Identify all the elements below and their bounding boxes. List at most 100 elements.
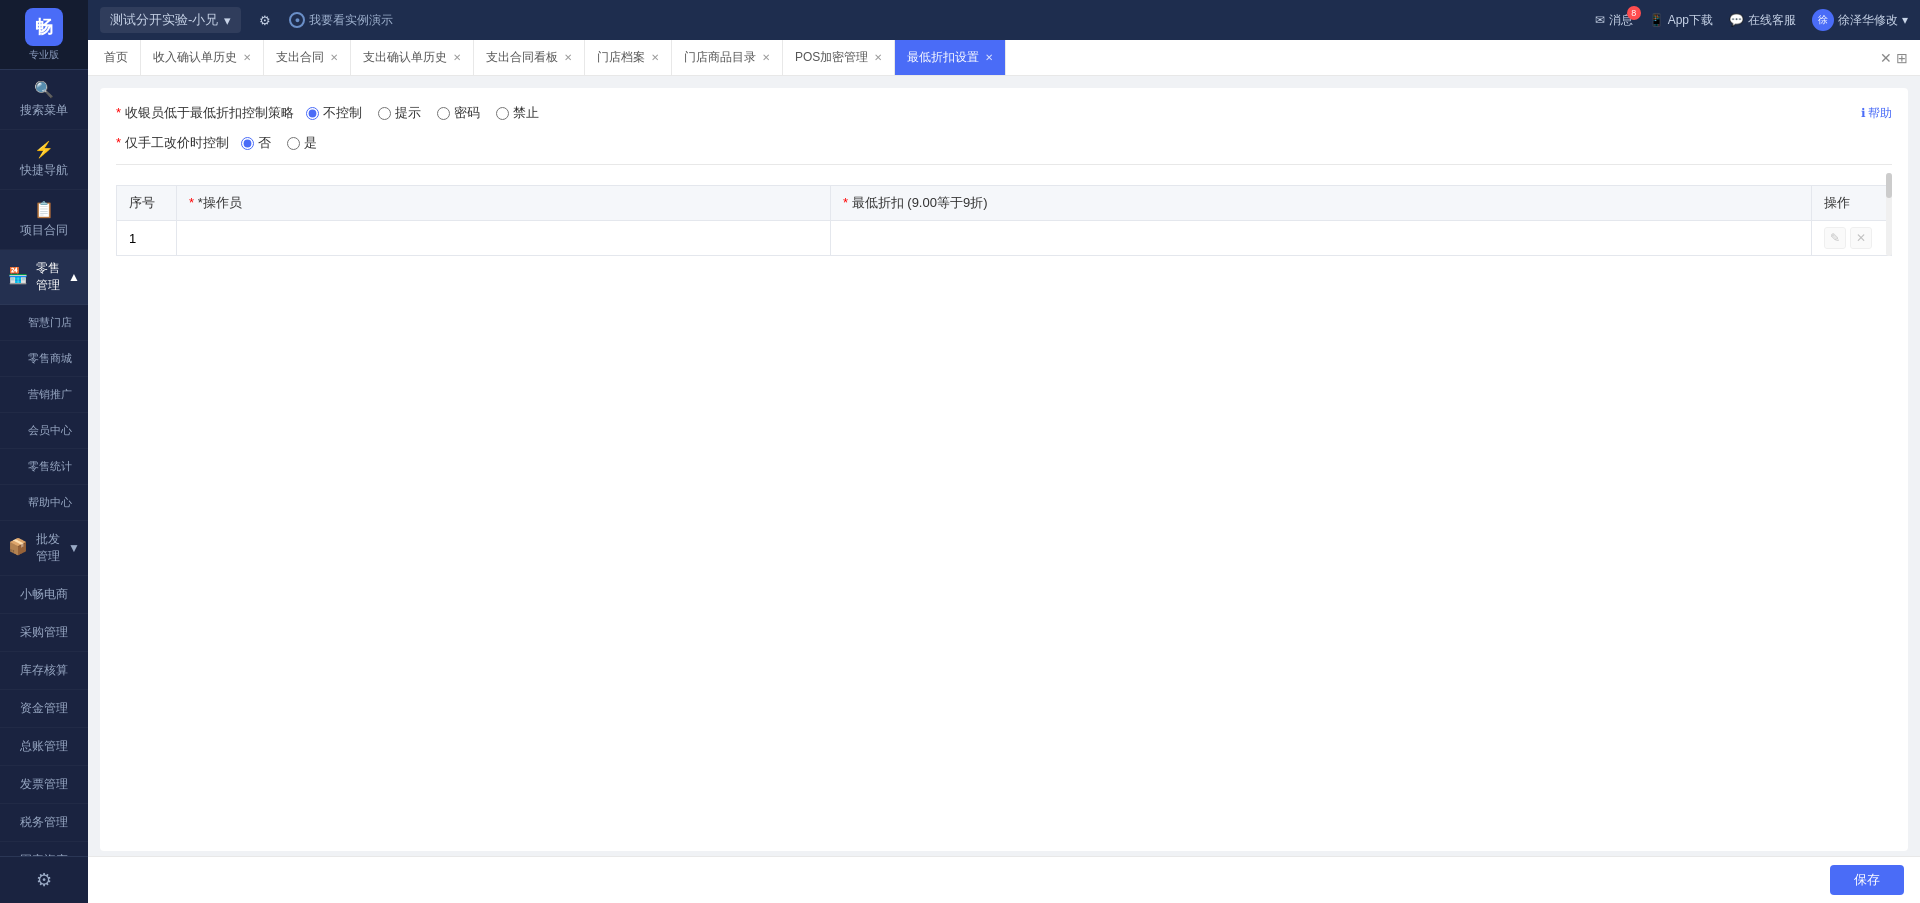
- sidebar-item-assets[interactable]: 固定资产: [0, 842, 88, 856]
- tab-min-discount[interactable]: 最低折扣设置 ✕: [895, 40, 1006, 75]
- sidebar-label-inventory: 库存核算: [20, 662, 68, 679]
- manual-price-no-radio[interactable]: [241, 137, 254, 150]
- sidebar-item-project[interactable]: 📋 项目合同: [0, 190, 88, 250]
- tab-payment-history[interactable]: 支出确认单历史 ✕: [351, 40, 474, 75]
- tab-payment-contract[interactable]: 支出合同 ✕: [264, 40, 351, 75]
- header-settings-btn[interactable]: ⚙: [253, 9, 277, 32]
- manual-price-yes-label: 是: [304, 134, 317, 152]
- strategy-remind-radio[interactable]: [378, 107, 391, 120]
- sidebar-item-inventory[interactable]: 库存核算: [0, 652, 88, 690]
- sidebar-item-member[interactable]: 会员中心: [0, 413, 88, 449]
- strategy-password-radio[interactable]: [437, 107, 450, 120]
- help-link[interactable]: ℹ 帮助: [1861, 105, 1892, 122]
- sidebar-label-ecommerce: 小畅电商: [20, 586, 68, 603]
- tab-payment-board-label: 支出合同看板: [486, 49, 558, 66]
- table-scrollbar[interactable]: [1886, 173, 1892, 256]
- tab-payment-history-close[interactable]: ✕: [453, 52, 461, 63]
- tab-income-history-close[interactable]: ✕: [243, 52, 251, 63]
- manual-price-no-label: 否: [258, 134, 271, 152]
- tab-store-file[interactable]: 门店档案 ✕: [585, 40, 672, 75]
- sidebar-label-ledger: 总账管理: [20, 738, 68, 755]
- app-download-button[interactable]: 📱 App下载: [1649, 12, 1713, 29]
- tab-store-products[interactable]: 门店商品目录 ✕: [672, 40, 783, 75]
- sidebar-label-help: 帮助中心: [28, 495, 72, 510]
- discount-strategy-row: * 收银员低于最低折扣控制策略 不控制 提示: [116, 104, 1892, 122]
- user-dropdown-icon: ▾: [1902, 13, 1908, 27]
- table-row: 1 ✎ ✕: [117, 221, 1892, 256]
- th-operator-label: *操作员: [198, 195, 242, 210]
- tab-income-history[interactable]: 收入确认单历史 ✕: [141, 40, 264, 75]
- manual-price-yes-radio[interactable]: [287, 137, 300, 150]
- sidebar-item-retail-stats[interactable]: 零售统计: [0, 449, 88, 485]
- tab-pos-password-close[interactable]: ✕: [874, 52, 882, 63]
- sidebar-item-ledger[interactable]: 总账管理: [0, 728, 88, 766]
- tab-payment-board-close[interactable]: ✕: [564, 52, 572, 63]
- tab-close-all-icon[interactable]: ✕: [1880, 50, 1892, 66]
- strategy-forbid-radio[interactable]: [496, 107, 509, 120]
- manual-price-yes[interactable]: 是: [287, 134, 317, 152]
- strategy-remind-label: 提示: [395, 104, 421, 122]
- sidebar-label-quicknav: 快捷导航: [20, 162, 68, 179]
- sidebar-item-smart-store[interactable]: 智慧门店: [0, 305, 88, 341]
- tab-pos-password[interactable]: POS加密管理 ✕: [783, 40, 895, 75]
- tab-payment-board[interactable]: 支出合同看板 ✕: [474, 40, 585, 75]
- header-demo-link[interactable]: ● 我要看实例演示: [289, 12, 393, 29]
- tab-store-products-close[interactable]: ✕: [762, 52, 770, 63]
- user-menu[interactable]: 徐 徐泽华修改 ▾: [1812, 9, 1908, 31]
- sidebar-item-help[interactable]: 帮助中心: [0, 485, 88, 521]
- search-nav-icon: 🔍: [34, 80, 54, 99]
- sidebar-item-ecommerce[interactable]: 小畅电商: [0, 576, 88, 614]
- strategy-forbid[interactable]: 禁止: [496, 104, 539, 122]
- sidebar-item-funds[interactable]: 资金管理: [0, 690, 88, 728]
- sidebar-item-purchase[interactable]: 采购管理: [0, 614, 88, 652]
- sidebar-nav: 🔍 搜索菜单 ⚡ 快捷导航 📋 项目合同 🏪 零售管理 ▲ 智慧门店 零售商城 …: [0, 70, 88, 856]
- tab-home-label: 首页: [104, 49, 128, 66]
- online-support-button[interactable]: 💬 在线客服: [1729, 12, 1796, 29]
- tab-min-discount-label: 最低折扣设置: [907, 49, 979, 66]
- sidebar-item-wholesale[interactable]: 📦 批发管理 ▼: [0, 521, 88, 576]
- table-scrollbar-thumb: [1886, 173, 1892, 198]
- row-actions: ✎ ✕: [1824, 227, 1879, 249]
- sidebar-item-quicknav[interactable]: ⚡ 快捷导航: [0, 130, 88, 190]
- tab-min-discount-close[interactable]: ✕: [985, 52, 993, 63]
- tab-expand-icon[interactable]: ⊞: [1896, 50, 1908, 66]
- strategy-password-label: 密码: [454, 104, 480, 122]
- manual-price-no[interactable]: 否: [241, 134, 271, 152]
- sidebar-item-search[interactable]: 🔍 搜索菜单: [0, 70, 88, 130]
- messages-button[interactable]: ✉ 消息 8: [1595, 12, 1633, 29]
- sidebar-item-retail[interactable]: 🏪 零售管理 ▲: [0, 250, 88, 305]
- sidebar-label-funds: 资金管理: [20, 700, 68, 717]
- cell-min-discount: [831, 221, 1812, 256]
- sidebar-item-tax[interactable]: 税务管理: [0, 804, 88, 842]
- form-section: * 收银员低于最低折扣控制策略 不控制 提示: [116, 104, 1892, 152]
- retail-icon: 🏪: [8, 266, 28, 285]
- sidebar-label-project: 项目合同: [20, 222, 68, 239]
- tab-payment-history-label: 支出确认单历史: [363, 49, 447, 66]
- tab-home[interactable]: 首页: [92, 40, 141, 75]
- save-button[interactable]: 保存: [1830, 865, 1904, 895]
- sidebar-settings-button[interactable]: ⚙: [0, 856, 88, 903]
- edit-row-button[interactable]: ✎: [1824, 227, 1846, 249]
- sidebar-item-marketing[interactable]: 营销推广: [0, 377, 88, 413]
- section-divider: [116, 164, 1892, 165]
- demo-text: 我要看实例演示: [309, 12, 393, 29]
- sidebar-item-retail-mall[interactable]: 零售商城: [0, 341, 88, 377]
- sidebar-label-member: 会员中心: [28, 423, 72, 438]
- strategy-no-control-radio[interactable]: [306, 107, 319, 120]
- app-download-icon: 📱: [1649, 13, 1664, 27]
- sidebar-item-invoice[interactable]: 发票管理: [0, 766, 88, 804]
- delete-row-button[interactable]: ✕: [1850, 227, 1872, 249]
- strategy-no-control[interactable]: 不控制: [306, 104, 362, 122]
- project-dropdown-icon: ▾: [224, 13, 231, 28]
- tab-store-file-close[interactable]: ✕: [651, 52, 659, 63]
- content-area: * 收银员低于最低折扣控制策略 不控制 提示: [88, 76, 1920, 856]
- settings-icon: ⚙: [36, 869, 52, 891]
- demo-circle-icon: ●: [289, 12, 305, 28]
- tab-payment-contract-close[interactable]: ✕: [330, 52, 338, 63]
- strategy-remind[interactable]: 提示: [378, 104, 421, 122]
- tab-store-file-label: 门店档案: [597, 49, 645, 66]
- strategy-password[interactable]: 密码: [437, 104, 480, 122]
- tab-pos-password-label: POS加密管理: [795, 49, 868, 66]
- project-name: 测试分开实验-小兄: [110, 11, 218, 29]
- header-project-selector[interactable]: 测试分开实验-小兄 ▾: [100, 7, 241, 33]
